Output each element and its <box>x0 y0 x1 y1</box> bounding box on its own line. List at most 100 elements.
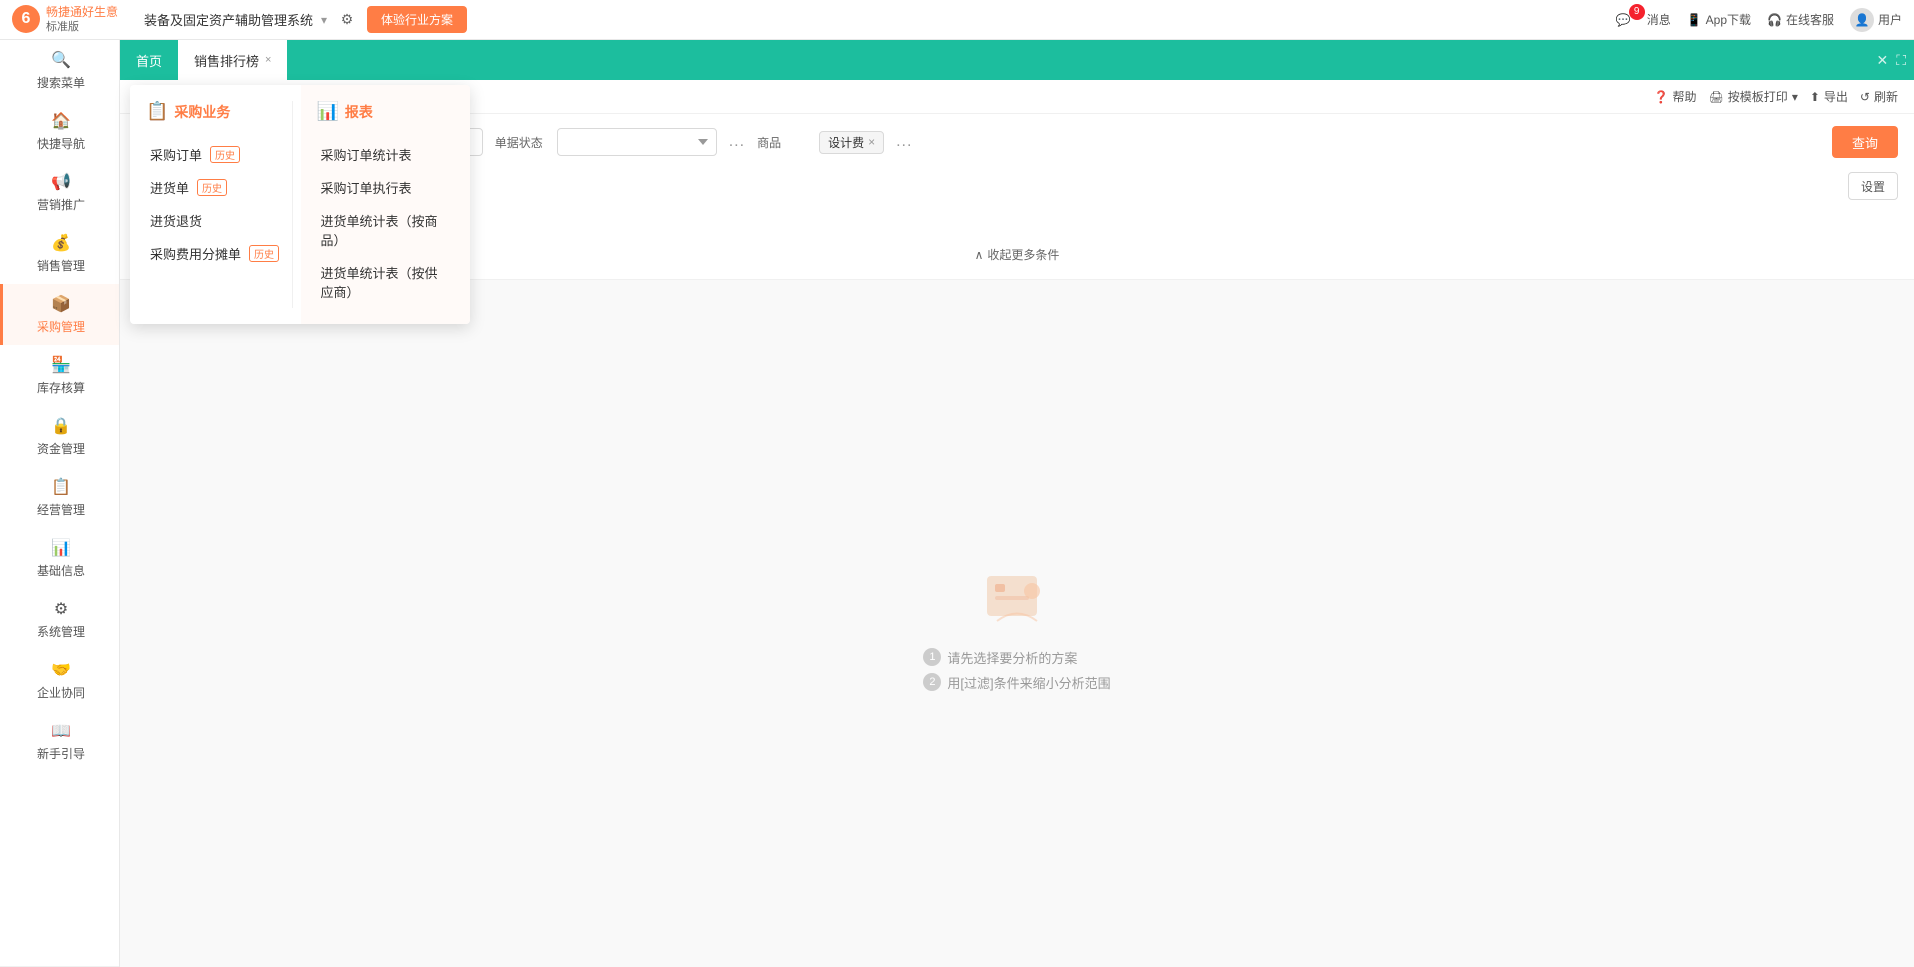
online-service-action[interactable]: 🎧 在线客服 <box>1767 11 1834 28</box>
collapse-text: 收起更多条件 <box>987 246 1059 263</box>
sidebar-item-capital[interactable]: 🔒 资金管理 <box>0 406 119 467</box>
reports-icon: 📊 <box>317 101 339 122</box>
capital-label: 资金管理 <box>37 440 85 457</box>
sidebar-item-operations[interactable]: 📋 经营管理 <box>0 467 119 528</box>
sales-icon: 💰 <box>51 233 71 253</box>
export-btn[interactable]: ⬆ 导出 <box>1810 88 1848 105</box>
product-tag-close[interactable]: × <box>868 135 875 149</box>
menu-divider <box>292 101 293 308</box>
business-items: 采购订单历史进货单历史进货退货采购费用分摊单历史 <box>146 138 284 270</box>
enterprise-label: 企业协同 <box>37 684 85 701</box>
business-title-text: 采购业务 <box>174 102 230 122</box>
sys-dropdown-arrow[interactable]: ▾ <box>321 13 327 27</box>
business-col-title: 📋 采购业务 <box>146 101 284 126</box>
marketing-icon: 📢 <box>51 172 71 192</box>
avatar: 👤 <box>1850 8 1874 32</box>
report-item-采购订单统计表[interactable]: 采购订单统计表 <box>317 138 455 171</box>
user-action[interactable]: 👤 用户 <box>1850 8 1902 32</box>
refresh-btn[interactable]: ↺ 刷新 <box>1860 88 1898 105</box>
report-items: 采购订单统计表采购订单执行表进货单统计表（按商品）进货单统计表（按供应商） <box>317 138 455 308</box>
sales-label: 销售管理 <box>37 257 85 274</box>
print-dropdown[interactable]: ▾ <box>1792 90 1798 104</box>
help-label: 帮助 <box>1673 88 1697 105</box>
tab-close-icon[interactable]: × <box>265 54 271 66</box>
sidebar-item-sales[interactable]: 💰 销售管理 <box>0 223 119 284</box>
sys-title: 装备及固定资产辅助管理系统 <box>144 10 313 29</box>
sidebar-item-system[interactable]: ⚙ 系统管理 <box>0 589 119 650</box>
biz-item-采购订单[interactable]: 采购订单历史 <box>146 138 284 171</box>
basic-icon: 📊 <box>51 538 71 558</box>
enterprise-icon: 🤝 <box>51 660 71 680</box>
product-tag: 设计费 × <box>819 131 884 154</box>
tabs-bar: 首页 销售排行榜 × ✕ ⛶ <box>120 40 1914 80</box>
app-download-label: App下载 <box>1706 11 1751 28</box>
tab-home[interactable]: 首页 <box>120 40 178 80</box>
empty-tips: 1 请先选择要分析的方案 2 用[过滤]条件来缩小分析范围 <box>923 648 1110 692</box>
menu-col-reports: 📊 报表 采购订单统计表采购订单执行表进货单统计表（按商品）进货单统计表（按供应… <box>301 85 471 324</box>
sidebar-item-marketing[interactable]: 📢 营销推广 <box>0 162 119 223</box>
voucher-status-select[interactable] <box>557 128 717 156</box>
help-btn[interactable]: ❓ 帮助 <box>1654 88 1697 105</box>
capital-icon: 🔒 <box>51 416 71 436</box>
print-btn[interactable]: 🖨 按模板打印 ▾ <box>1709 88 1798 105</box>
sidebar-item-guide[interactable]: 📖 新手引导 <box>0 711 119 772</box>
biz-item-进货单[interactable]: 进货单历史 <box>146 171 284 204</box>
query-btn[interactable]: 查询 <box>1832 126 1898 158</box>
biz-item-采购费用分摊单[interactable]: 采购费用分摊单历史 <box>146 237 284 270</box>
sidebar-item-enterprise[interactable]: 🤝 企业协同 <box>0 650 119 711</box>
sys-settings-icon[interactable]: ⚙ <box>335 8 359 32</box>
message-badge: 9 <box>1629 4 1645 20</box>
reports-title-text: 报表 <box>345 102 373 122</box>
product-label: 商品 <box>757 134 807 151</box>
report-item-采购订单执行表[interactable]: 采购订单执行表 <box>317 171 455 204</box>
tab-home-label: 首页 <box>136 51 162 70</box>
basic-label: 基础信息 <box>37 562 85 579</box>
tab-close-btn[interactable]: ✕ <box>1876 52 1888 69</box>
export-icon: ⬆ <box>1810 90 1820 104</box>
logo-text: 畅捷通好生意 标准版 <box>46 5 118 35</box>
biz-label: 进货单 <box>150 178 189 197</box>
tab-sales-rank[interactable]: 销售排行榜 × <box>178 40 287 80</box>
refresh-label: 刷新 <box>1874 88 1898 105</box>
tab-sales-rank-label: 销售排行榜 <box>194 51 259 70</box>
sidebar: 🔍 搜索菜单 🏠 快捷导航 📢 营销推广 💰 销售管理 📦 采购管理 🏪 库存核… <box>0 40 120 967</box>
header-right: 💬 9 消息 📱 App下载 🎧 在线客服 👤 用户 <box>1616 8 1902 32</box>
logo-icon: 6 <box>12 5 40 33</box>
nav-icon: 🏠 <box>51 111 71 131</box>
voucher-status-more[interactable]: ... <box>729 133 745 151</box>
refresh-icon: ↺ <box>1860 90 1870 104</box>
messages-label: 消息 <box>1647 11 1671 28</box>
header-center: 装备及固定资产辅助管理系统 ▾ ⚙ 体验行业方案 <box>132 6 1616 33</box>
messages-action[interactable]: 💬 9 消息 <box>1616 11 1671 28</box>
operations-icon: 📋 <box>51 477 71 497</box>
biz-item-进货退货[interactable]: 进货退货 <box>146 204 284 237</box>
product-more[interactable]: ... <box>896 133 912 151</box>
reports-col-title: 📊 报表 <box>317 101 455 126</box>
app-download-action[interactable]: 📱 App下载 <box>1687 11 1751 28</box>
settings-filter-btn[interactable]: 设置 <box>1848 172 1898 200</box>
industry-btn[interactable]: 体验行业方案 <box>367 6 467 33</box>
biz-label: 采购费用分摊单 <box>150 244 241 263</box>
empty-state: 1 请先选择要分析的方案 2 用[过滤]条件来缩小分析范围 <box>120 280 1914 967</box>
search-icon: 🔍 <box>51 50 71 70</box>
report-item-进货单统计表（按供应商）[interactable]: 进货单统计表（按供应商） <box>317 256 455 308</box>
sidebar-item-inventory[interactable]: 🏪 库存核算 <box>0 345 119 406</box>
tab-resize-btn[interactable]: ⛶ <box>1896 52 1906 69</box>
inventory-label: 库存核算 <box>37 379 85 396</box>
system-label: 系统管理 <box>37 623 85 640</box>
sidebar-item-basic[interactable]: 📊 基础信息 <box>0 528 119 589</box>
empty-tip-2: 2 用[过滤]条件来缩小分析范围 <box>923 673 1110 692</box>
history-badge: 历史 <box>210 146 240 163</box>
print-icon: 🖨 <box>1709 90 1724 104</box>
top-header: 6 畅捷通好生意 标准版 装备及固定资产辅助管理系统 ▾ ⚙ 体验行业方案 💬 … <box>0 0 1914 40</box>
voucher-status-label: 单据状态 <box>495 134 545 151</box>
report-label: 采购订单统计表 <box>321 145 412 164</box>
sidebar-item-purchase[interactable]: 📦 采购管理 <box>0 284 119 345</box>
history-badge: 历史 <box>249 245 279 262</box>
report-item-进货单统计表（按商品）[interactable]: 进货单统计表（按商品） <box>317 204 455 256</box>
marketing-label: 营销推广 <box>37 196 85 213</box>
sidebar-item-search[interactable]: 🔍 搜索菜单 <box>0 40 119 101</box>
print-label: 按模板打印 <box>1728 88 1788 105</box>
sidebar-item-nav[interactable]: 🏠 快捷导航 <box>0 101 119 162</box>
headset-icon: 🎧 <box>1767 13 1782 27</box>
